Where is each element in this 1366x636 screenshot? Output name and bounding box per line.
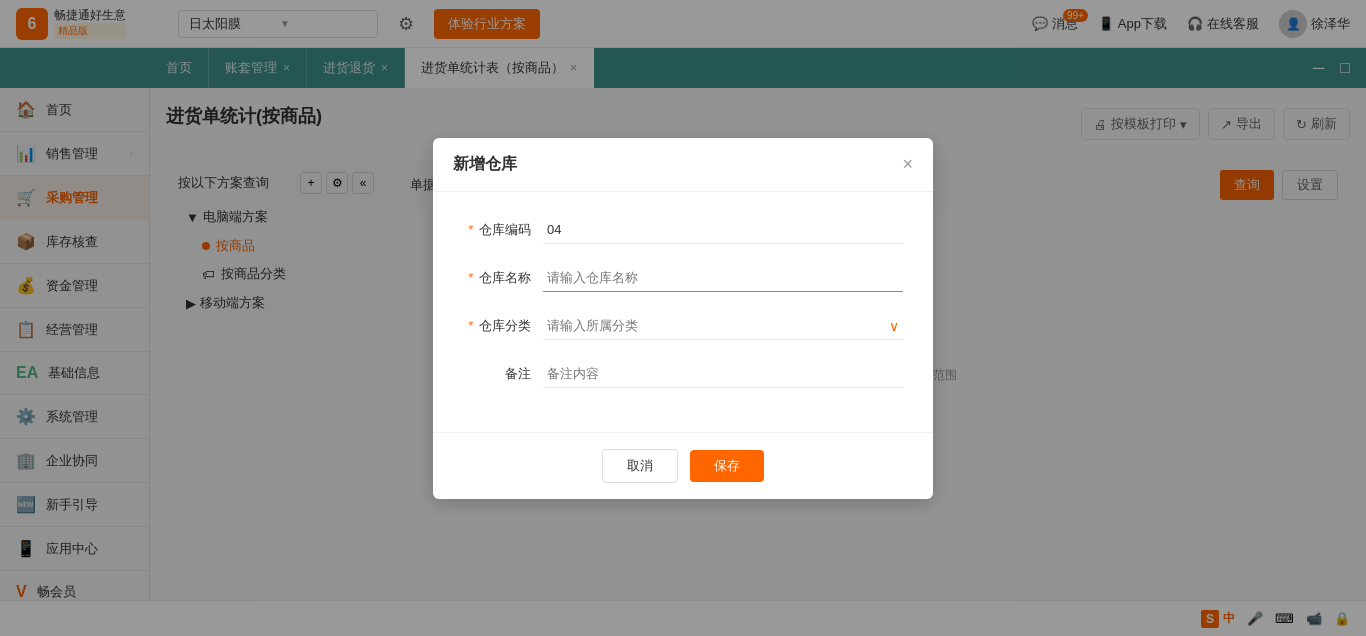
dialog-overlay: 新增仓库 × * 仓库编码 * 仓库名称	[0, 0, 1366, 636]
note-input[interactable]	[543, 360, 903, 388]
dialog-footer: 取消 保存	[433, 432, 933, 499]
category-input[interactable]	[543, 312, 903, 340]
category-label: * 仓库分类	[463, 317, 543, 335]
required-mark-cat: *	[468, 318, 473, 333]
category-dropdown-icon: ∨	[889, 318, 899, 334]
cancel-button[interactable]: 取消	[602, 449, 678, 483]
form-row-name: * 仓库名称	[463, 264, 903, 292]
required-mark-name: *	[468, 270, 473, 285]
code-input[interactable]	[543, 216, 903, 244]
note-label: 备注	[463, 365, 543, 383]
dialog-close-button[interactable]: ×	[902, 154, 913, 175]
name-label: * 仓库名称	[463, 269, 543, 287]
add-warehouse-dialog: 新增仓库 × * 仓库编码 * 仓库名称	[433, 138, 933, 499]
code-label: * 仓库编码	[463, 221, 543, 239]
required-mark: *	[468, 222, 473, 237]
form-row-code: * 仓库编码	[463, 216, 903, 244]
name-input[interactable]	[543, 264, 903, 292]
form-row-note: 备注	[463, 360, 903, 388]
dialog-body: * 仓库编码 * 仓库名称 * 仓库分类	[433, 192, 933, 432]
category-input-wrapper: ∨	[543, 312, 903, 340]
dialog-title: 新增仓库	[453, 154, 517, 175]
save-button[interactable]: 保存	[690, 450, 764, 482]
form-row-category: * 仓库分类 ∨	[463, 312, 903, 340]
dialog-header: 新增仓库 ×	[433, 138, 933, 192]
